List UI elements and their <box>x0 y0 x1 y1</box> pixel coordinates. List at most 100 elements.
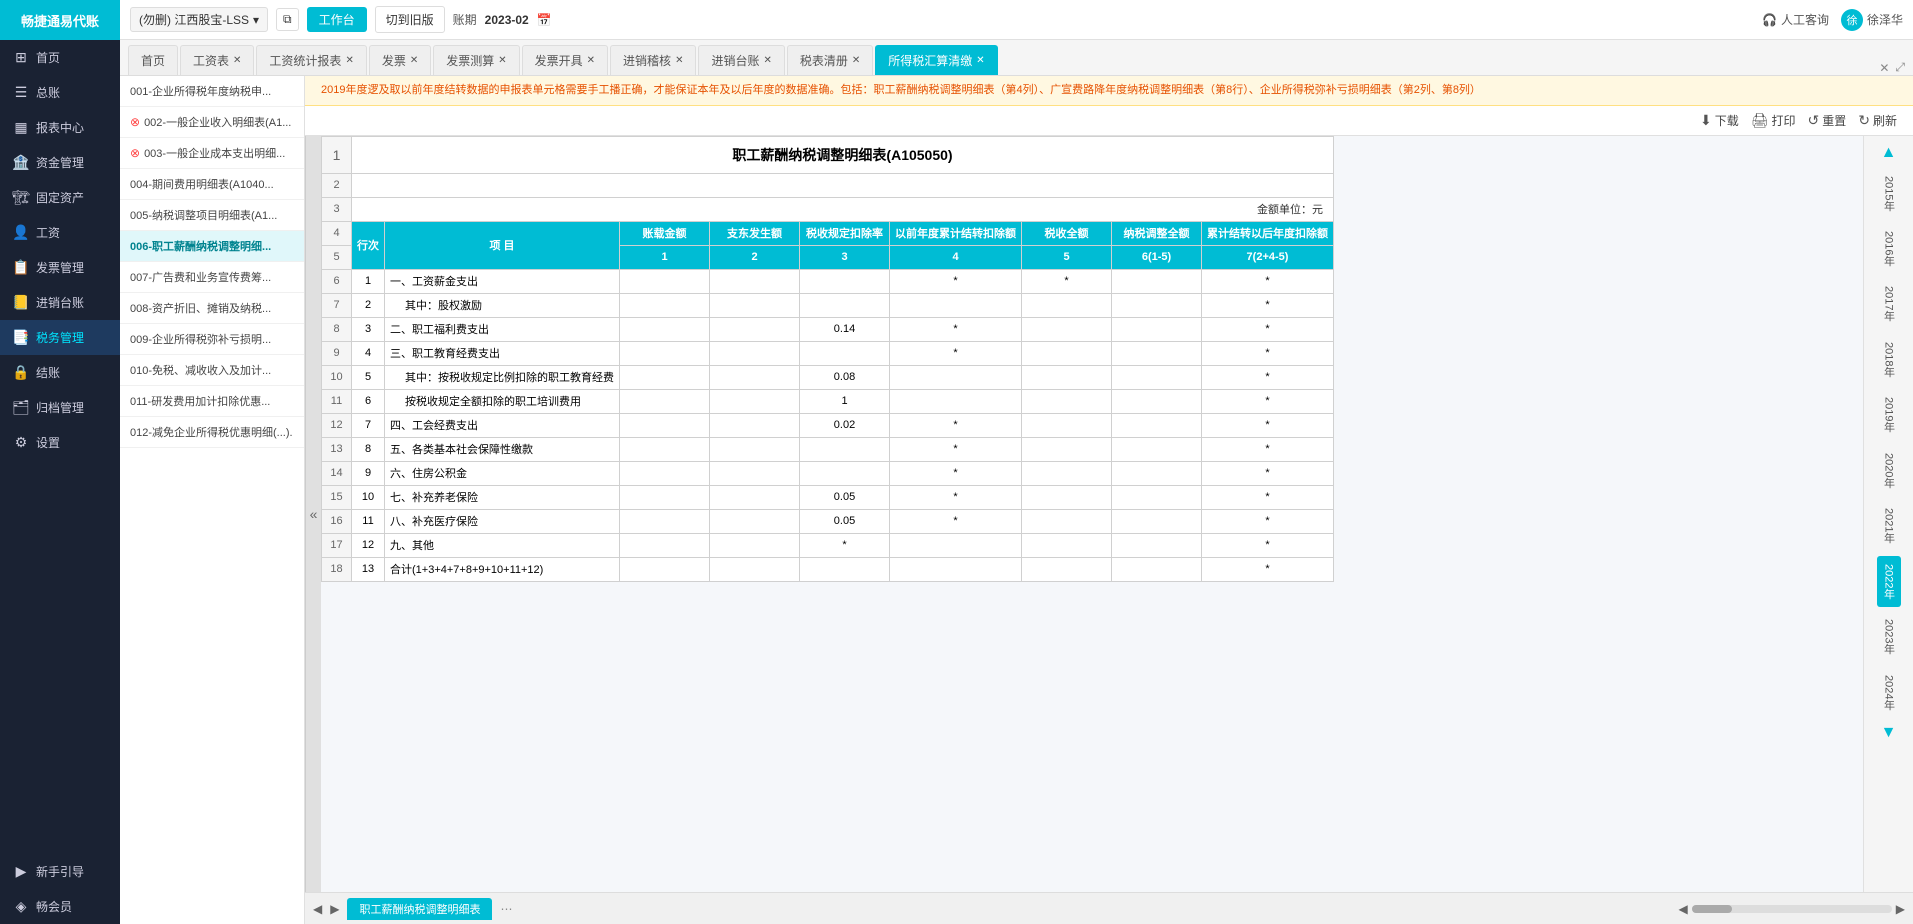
cell-c1[interactable] <box>620 269 710 293</box>
reset-btn[interactable]: ↺ 重置 <box>1808 112 1847 129</box>
maximize-icon[interactable]: ⤢ <box>1895 60 1905 75</box>
cell-c2[interactable] <box>710 317 800 341</box>
cell-c6[interactable] <box>1112 413 1202 437</box>
collapse-btn[interactable]: « <box>305 136 321 893</box>
cell-c2[interactable] <box>710 557 800 581</box>
tab-invoice-calc[interactable]: 发票测算 ✕ <box>433 45 519 75</box>
hscroll-right-btn[interactable]: ▶ <box>1896 902 1905 916</box>
form-item-007[interactable]: 007-广告费和业务宣传费筹... <box>120 262 304 293</box>
form-item-002[interactable]: ⊗ 002-一般企业收入明细表(A1... <box>120 107 304 138</box>
sidebar-item-settings[interactable]: ⚙ 设置 <box>0 425 120 460</box>
tab-invoice[interactable]: 发票 ✕ <box>369 45 431 75</box>
sidebar-item-member[interactable]: ◈ 畅会员 <box>0 889 120 924</box>
close-icon[interactable]: ✕ <box>498 55 506 66</box>
hscroll-left-btn[interactable]: ◀ <box>1679 902 1688 916</box>
cell-c3[interactable] <box>800 557 890 581</box>
cell-c3[interactable] <box>800 293 890 317</box>
copy-btn[interactable]: ⧉ <box>276 8 299 31</box>
tab-payroll-stats[interactable]: 工资统计报表 ✕ <box>256 45 366 75</box>
form-item-012[interactable]: 012-减免企业所得税优惠明细(...). <box>120 417 304 448</box>
service-btn[interactable]: 🎧 人工客询 <box>1762 11 1829 28</box>
year-item-2018[interactable]: 2018年 <box>1877 334 1901 385</box>
cell-c5[interactable] <box>1022 509 1112 533</box>
tab-tax-clearance[interactable]: 所得税汇算清缴 ✕ <box>875 45 997 75</box>
cell-c6[interactable] <box>1112 485 1202 509</box>
tab-tax-table[interactable]: 税表清册 ✕ <box>787 45 873 75</box>
sidebar-item-payroll[interactable]: 👤 工资 <box>0 215 120 250</box>
user-menu[interactable]: 徐 徐泽华 <box>1841 9 1903 31</box>
sidebar-item-home[interactable]: ⊞ 首页 <box>0 40 120 75</box>
cell-c2[interactable] <box>710 389 800 413</box>
year-item-2020[interactable]: 2020年 <box>1877 445 1901 496</box>
year-item-2016[interactable]: 2016年 <box>1877 223 1901 274</box>
cell-c2[interactable] <box>710 269 800 293</box>
tab-sales[interactable]: 进销台账 ✕ <box>698 45 784 75</box>
tab-invoice-issue[interactable]: 发票开具 ✕ <box>522 45 608 75</box>
calendar-icon[interactable]: 📅 <box>537 13 552 27</box>
cell-c6[interactable] <box>1112 341 1202 365</box>
cell-c1[interactable] <box>620 317 710 341</box>
cell-c5[interactable] <box>1022 485 1112 509</box>
cell-c1[interactable] <box>620 389 710 413</box>
sidebar-item-invoice[interactable]: 📋 发票管理 <box>0 250 120 285</box>
tab-home[interactable]: 首页 <box>128 45 178 75</box>
cell-c2[interactable] <box>710 533 800 557</box>
form-item-001[interactable]: 001-企业所得税年度纳税申... <box>120 76 304 107</box>
tab-check[interactable]: 进销稽核 ✕ <box>610 45 696 75</box>
cell-c5[interactable] <box>1022 461 1112 485</box>
close-icon[interactable]: ✕ <box>587 55 595 66</box>
cell-c1[interactable] <box>620 533 710 557</box>
cell-c1[interactable] <box>620 557 710 581</box>
year-item-2022[interactable]: 2022年 <box>1877 556 1901 607</box>
tab-payroll[interactable]: 工资表 ✕ <box>180 45 254 75</box>
year-item-2019[interactable]: 2019年 <box>1877 389 1901 440</box>
year-down-btn[interactable]: ▼ <box>1877 720 1901 746</box>
cell-c2[interactable] <box>710 509 800 533</box>
cell-c2[interactable] <box>710 293 800 317</box>
cell-c2[interactable] <box>710 413 800 437</box>
cell-c1[interactable] <box>620 341 710 365</box>
sidebar-item-ledger[interactable]: ☰ 总账 <box>0 75 120 110</box>
cell-c5[interactable] <box>1022 557 1112 581</box>
company-selector[interactable]: (勿删) 江西股宝-LSS ▾ <box>130 7 268 32</box>
cell-c3[interactable] <box>800 269 890 293</box>
year-item-2021[interactable]: 2021年 <box>1877 500 1901 551</box>
print-btn[interactable]: 🖨 打印 <box>1751 112 1796 129</box>
cell-c5[interactable] <box>1022 437 1112 461</box>
cell-c5[interactable] <box>1022 533 1112 557</box>
cell-c3[interactable] <box>800 341 890 365</box>
form-item-010[interactable]: 010-免税、减收收入及加计... <box>120 355 304 386</box>
form-item-006[interactable]: 006-职工薪酬纳税调整明细... <box>120 231 304 262</box>
form-item-003[interactable]: ⊗ 003-一般企业成本支出明细... <box>120 138 304 169</box>
cell-c2[interactable] <box>710 341 800 365</box>
close-icon[interactable]: ✕ <box>233 55 241 66</box>
spreadsheet-container[interactable]: 1 职工薪酬纳税调整明细表(A105050) 2 3 金额单位：元 <box>321 136 1863 893</box>
cell-c5[interactable] <box>1022 293 1112 317</box>
form-item-008[interactable]: 008-资产折旧、摊销及纳税... <box>120 293 304 324</box>
cell-c4[interactable] <box>890 365 1022 389</box>
cell-c1[interactable] <box>620 293 710 317</box>
cell-c2[interactable] <box>710 485 800 509</box>
close-icon[interactable]: ✕ <box>345 55 353 66</box>
cell-c2[interactable] <box>710 461 800 485</box>
cell-c5[interactable] <box>1022 413 1112 437</box>
cell-c3[interactable] <box>800 437 890 461</box>
cell-c6[interactable] <box>1112 365 1202 389</box>
form-item-011[interactable]: 011-研发费用加计扣除优惠... <box>120 386 304 417</box>
cell-c6[interactable] <box>1112 557 1202 581</box>
sidebar-item-archive[interactable]: 🗂 归档管理 <box>0 390 120 425</box>
sidebar-item-closing[interactable]: 🔒 结账 <box>0 355 120 390</box>
refresh-btn[interactable]: ↻ 刷新 <box>1858 112 1897 129</box>
cell-c2[interactable] <box>710 365 800 389</box>
cell-c4[interactable] <box>890 293 1022 317</box>
cell-c1[interactable] <box>620 461 710 485</box>
sidebar-item-assets[interactable]: 🏦 资金管理 <box>0 145 120 180</box>
cell-c1[interactable] <box>620 413 710 437</box>
year-up-btn[interactable]: ▲ <box>1877 140 1901 166</box>
cell-c4[interactable] <box>890 557 1022 581</box>
prev-sheet-btn[interactable]: ◀ <box>313 902 322 916</box>
cell-c6[interactable] <box>1112 533 1202 557</box>
sidebar-item-fixed-assets[interactable]: 🏗 固定资产 <box>0 180 120 215</box>
form-item-004[interactable]: 004-期间费用明细表(A1040... <box>120 169 304 200</box>
cell-c2[interactable] <box>710 437 800 461</box>
